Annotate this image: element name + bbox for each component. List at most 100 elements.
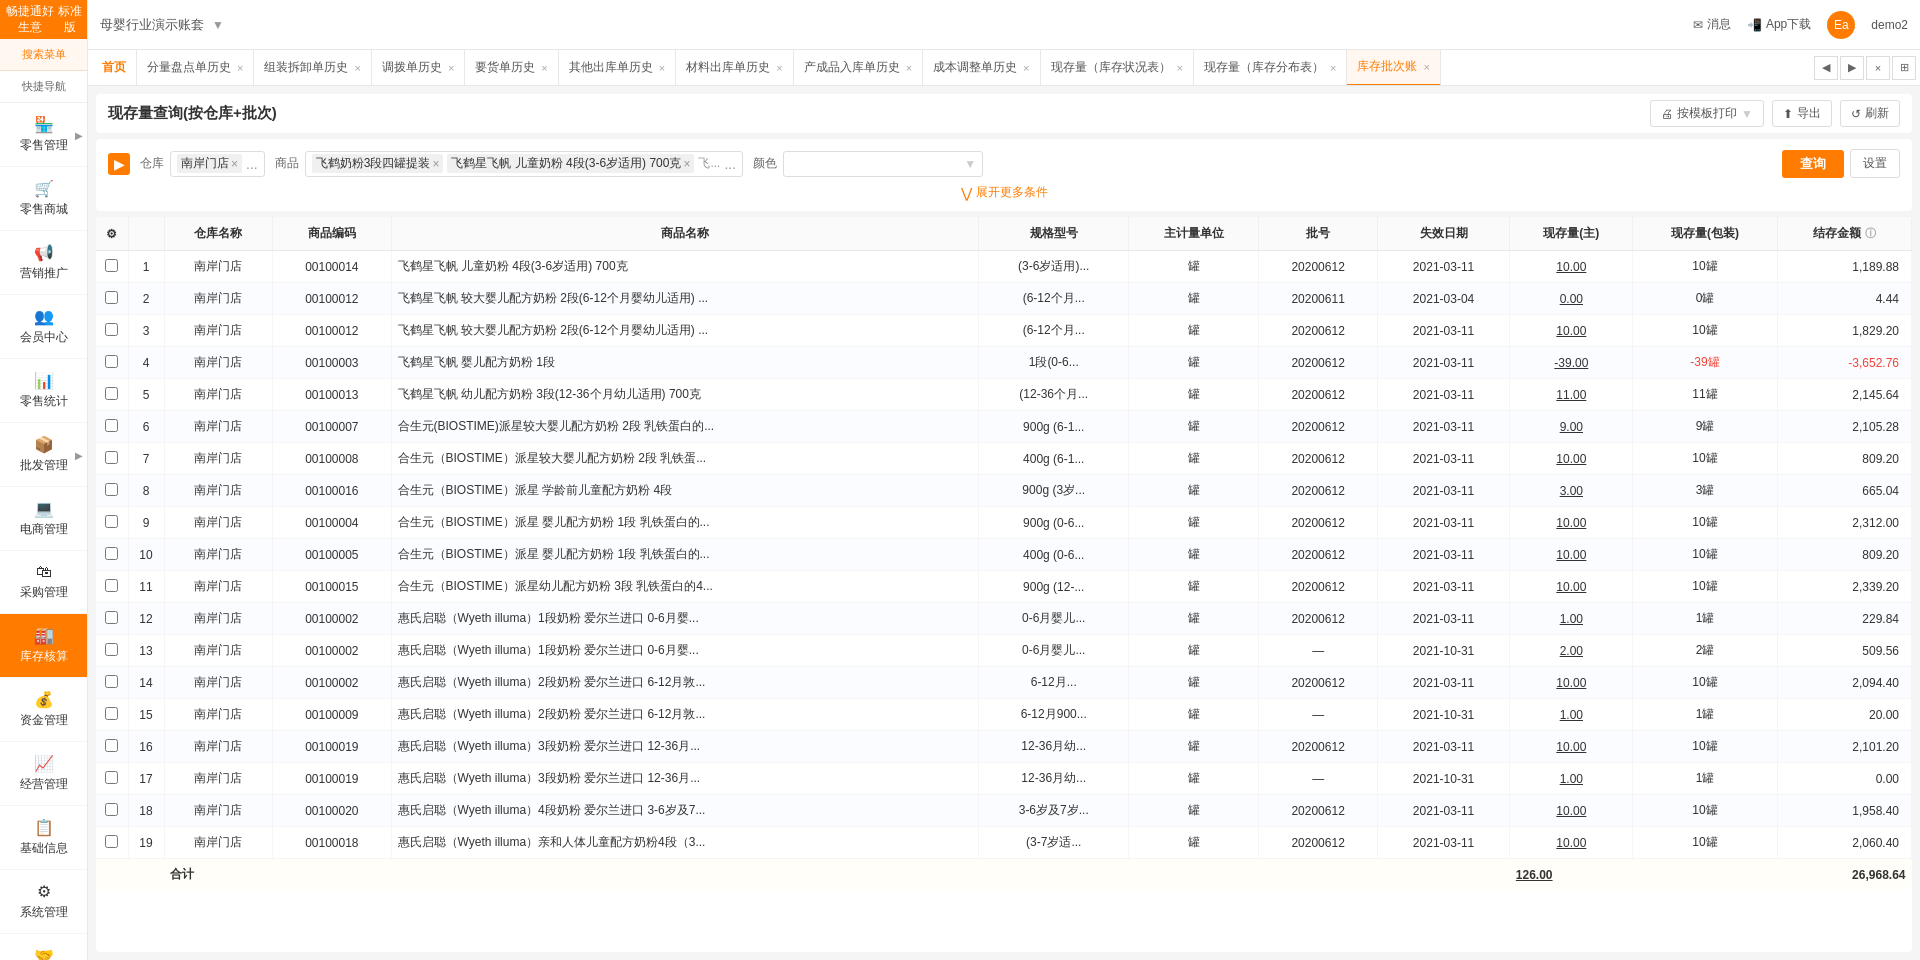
tab-fenliang[interactable]: 分量盘点单历史 ×: [137, 50, 254, 86]
close-pici[interactable]: ×: [1423, 61, 1429, 73]
sidebar-item-basic[interactable]: 📋 基础信息: [0, 806, 87, 870]
row-qty-main[interactable]: 10.00: [1510, 795, 1633, 827]
checkbox-5[interactable]: [105, 419, 118, 432]
row-checkbox[interactable]: [96, 827, 128, 859]
query-btn[interactable]: 查询: [1782, 150, 1844, 178]
row-checkbox[interactable]: [96, 251, 128, 283]
row-checkbox[interactable]: [96, 699, 128, 731]
row-qty-main[interactable]: 10.00: [1510, 315, 1633, 347]
sidebar-shortcut[interactable]: 快捷导航: [0, 71, 87, 103]
sidebar-item-ecommerce[interactable]: 💻 电商管理: [0, 487, 87, 551]
tab-next-btn[interactable]: ▶: [1840, 56, 1864, 80]
tab-chanpin[interactable]: 产成品入库单历史 ×: [794, 50, 923, 86]
goods-tag-1-remove[interactable]: ×: [432, 157, 439, 171]
checkbox-16[interactable]: [105, 771, 118, 784]
row-checkbox[interactable]: [96, 347, 128, 379]
row-checkbox[interactable]: [96, 635, 128, 667]
color-dropdown-icon[interactable]: ▼: [964, 157, 976, 171]
row-checkbox[interactable]: [96, 507, 128, 539]
warehouse-ellipsis[interactable]: ...: [246, 156, 258, 172]
row-checkbox[interactable]: [96, 475, 128, 507]
tab-qita[interactable]: 其他出库单历史 ×: [559, 50, 676, 86]
checkbox-2[interactable]: [105, 323, 118, 336]
checkbox-17[interactable]: [105, 803, 118, 816]
row-checkbox[interactable]: [96, 315, 128, 347]
close-kucun1[interactable]: ×: [1177, 62, 1183, 74]
checkbox-3[interactable]: [105, 355, 118, 368]
sidebar-item-retail[interactable]: 🏪 零售管理 ▶: [0, 103, 87, 167]
row-qty-main[interactable]: 10.00: [1510, 667, 1633, 699]
th-settings[interactable]: ⚙: [96, 217, 128, 251]
tab-kucun1[interactable]: 现存量（库存状况表） ×: [1041, 50, 1194, 86]
close-chengben[interactable]: ×: [1023, 62, 1029, 74]
checkbox-11[interactable]: [105, 611, 118, 624]
tab-chengben[interactable]: 成本调整单历史 ×: [923, 50, 1040, 86]
refresh-btn[interactable]: ↺ 刷新: [1840, 100, 1900, 127]
settings-btn[interactable]: 设置: [1850, 149, 1900, 178]
app-download-btn[interactable]: 📲 App下载: [1747, 16, 1811, 33]
export-btn[interactable]: ⬆ 导出: [1772, 100, 1832, 127]
close-zuhe[interactable]: ×: [354, 62, 360, 74]
row-qty-main[interactable]: 3.00: [1510, 475, 1633, 507]
checkbox-1[interactable]: [105, 291, 118, 304]
goods-input[interactable]: 飞鹤奶粉3段四罐提装 × 飞鹤星飞帆 儿童奶粉 4段(3-6岁适用) 700克 …: [305, 151, 743, 177]
row-qty-main[interactable]: 11.00: [1510, 379, 1633, 411]
amount-info-icon[interactable]: ⓘ: [1865, 227, 1876, 239]
row-qty-main[interactable]: 10.00: [1510, 251, 1633, 283]
row-checkbox[interactable]: [96, 731, 128, 763]
sidebar-item-corp[interactable]: 🤝 企业协同: [0, 934, 87, 960]
sidebar-item-shop[interactable]: 🛒 零售商城: [0, 167, 87, 231]
row-qty-main[interactable]: 10.00: [1510, 731, 1633, 763]
close-fenliang[interactable]: ×: [237, 62, 243, 74]
checkbox-13[interactable]: [105, 675, 118, 688]
row-checkbox[interactable]: [96, 283, 128, 315]
checkbox-10[interactable]: [105, 579, 118, 592]
row-qty-main[interactable]: 1.00: [1510, 603, 1633, 635]
tab-menu-btn[interactable]: ⊞: [1892, 56, 1916, 80]
row-checkbox[interactable]: [96, 379, 128, 411]
sidebar-item-marketing[interactable]: 📢 营销推广: [0, 231, 87, 295]
row-qty-main[interactable]: 1.00: [1510, 763, 1633, 795]
tab-diaob[interactable]: 调拨单历史 ×: [372, 50, 465, 86]
close-yaohuo[interactable]: ×: [541, 62, 547, 74]
sidebar-item-purchase[interactable]: 🛍 采购管理: [0, 551, 87, 614]
template-print-btn[interactable]: 🖨 按模板打印 ▼: [1650, 100, 1764, 127]
row-qty-main[interactable]: 10.00: [1510, 827, 1633, 859]
goods-ellipsis[interactable]: ...: [724, 156, 736, 172]
tab-home[interactable]: 首页: [92, 50, 137, 86]
row-checkbox[interactable]: [96, 571, 128, 603]
row-checkbox[interactable]: [96, 763, 128, 795]
row-qty-main[interactable]: 10.00: [1510, 539, 1633, 571]
expand-conditions-btn[interactable]: ⋁ 展开更多条件: [108, 184, 1900, 201]
tab-pici[interactable]: 库存批次账 ×: [1347, 50, 1440, 86]
close-diaob[interactable]: ×: [448, 62, 454, 74]
filter-toggle-btn[interactable]: ▶: [108, 153, 130, 175]
row-qty-main[interactable]: -39.00: [1510, 347, 1633, 379]
checkbox-9[interactable]: [105, 547, 118, 560]
sidebar-item-finance[interactable]: 💰 资金管理: [0, 678, 87, 742]
checkbox-4[interactable]: [105, 387, 118, 400]
close-cailiao[interactable]: ×: [776, 62, 782, 74]
sidebar-item-operations[interactable]: 📈 经营管理: [0, 742, 87, 806]
sidebar-search[interactable]: 搜索菜单: [0, 39, 87, 71]
tab-prev-btn[interactable]: ◀: [1814, 56, 1838, 80]
checkbox-15[interactable]: [105, 739, 118, 752]
row-qty-main[interactable]: 2.00: [1510, 635, 1633, 667]
row-checkbox[interactable]: [96, 795, 128, 827]
close-qita[interactable]: ×: [659, 62, 665, 74]
row-qty-main[interactable]: 10.00: [1510, 443, 1633, 475]
dropdown-icon[interactable]: ▼: [212, 18, 224, 32]
checkbox-18[interactable]: [105, 835, 118, 848]
warehouse-tag-remove[interactable]: ×: [231, 157, 238, 171]
warehouse-input[interactable]: 南岸门店 × ...: [170, 151, 265, 177]
row-checkbox[interactable]: [96, 443, 128, 475]
tab-kucun2[interactable]: 现存量（库存分布表） ×: [1194, 50, 1347, 86]
user-label[interactable]: demo2: [1871, 18, 1908, 32]
tab-close-btn[interactable]: ×: [1866, 56, 1890, 80]
color-input[interactable]: ▼: [783, 151, 983, 177]
message-btn[interactable]: ✉ 消息: [1693, 16, 1731, 33]
row-qty-main[interactable]: 10.00: [1510, 571, 1633, 603]
checkbox-8[interactable]: [105, 515, 118, 528]
checkbox-12[interactable]: [105, 643, 118, 656]
goods-tag-2-remove[interactable]: ×: [683, 157, 690, 171]
